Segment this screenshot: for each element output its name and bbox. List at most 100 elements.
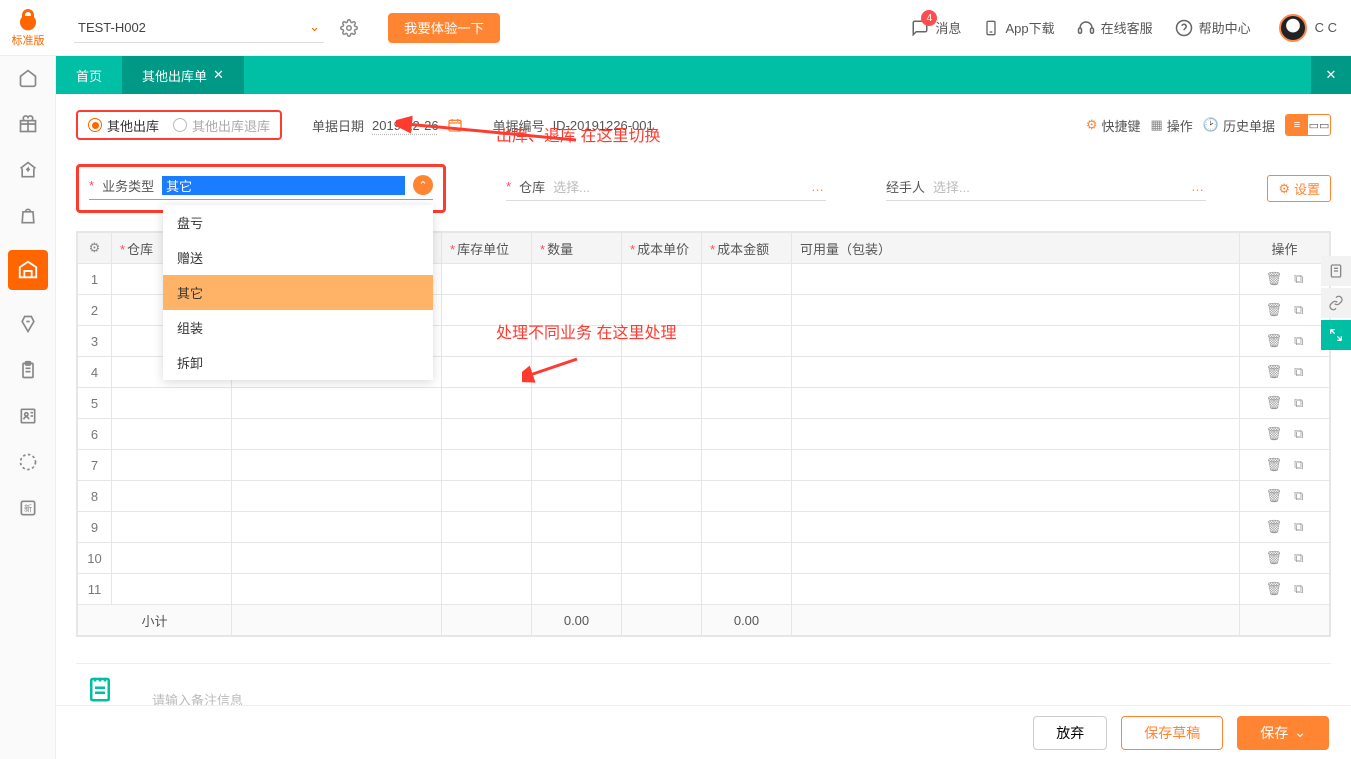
card-view-icon[interactable]: ▭▭ [1308,115,1330,135]
link-icon[interactable] [1321,288,1351,318]
business-type-value[interactable]: 其它 [162,176,405,195]
dropdown-option-selected[interactable]: 其它 [163,275,433,310]
copy-icon[interactable]: ⧉ [1294,333,1303,348]
table-row[interactable]: 9 🗑 ⧉ [78,512,1330,543]
row-ops: 🗑⧉ [1240,419,1330,450]
delete-icon[interactable]: 🗑 [1266,488,1283,503]
row-index: 9 [78,512,112,543]
discard-button[interactable]: 放弃 [1033,716,1107,750]
delete-icon[interactable]: 🗑 [1266,271,1283,286]
nav-home-icon[interactable] [16,66,40,90]
nav-process-icon[interactable] [16,450,40,474]
nav-new-icon[interactable]: 新 [16,496,40,520]
more-icon[interactable]: … [811,179,826,194]
business-type-highlight-box: * 业务类型 其它 ⌃ 盘亏 赠送 其它 组装 拆卸 [76,164,446,213]
handler-field[interactable]: 经手人 选择... … [886,177,1206,201]
svg-text:新: 新 [23,503,31,513]
messages-button[interactable]: 消息 4 [911,18,961,37]
save-draft-button[interactable]: 保存草稿 [1121,716,1223,750]
nav-clipboard-icon[interactable] [16,358,40,382]
doc-date-value[interactable]: 2019-12-26 [372,118,439,133]
expand-icon[interactable] [1321,320,1351,350]
more-icon[interactable]: … [1191,179,1206,194]
dropdown-option[interactable]: 盘亏 [163,205,433,240]
nav-finance-icon[interactable] [16,312,40,336]
edition-label: 标准版 [12,32,45,48]
copy-icon[interactable]: ⧉ [1294,581,1303,596]
outbound-type-radio-group: 其他出库 其他出库退库 [76,110,282,140]
nav-contacts-icon[interactable] [16,404,40,428]
copy-icon[interactable]: ⧉ [1294,519,1303,534]
col-qty: 数量 [532,233,622,264]
close-icon[interactable]: ✕ [213,67,224,83]
ops-button[interactable]: ▦操作 [1150,116,1192,135]
online-service-button[interactable]: 在线客服 [1077,18,1153,37]
radio-other-return[interactable]: 其他出库退库 [173,116,270,135]
col-cost-price: 成本单价 [622,233,702,264]
table-row[interactable]: 7 🗑 ⧉ [78,450,1330,481]
list-view-icon[interactable]: ≡ [1286,115,1308,135]
copy-icon[interactable]: ⧉ [1294,302,1303,317]
save-button[interactable]: 保存 ⌄ [1237,716,1329,750]
calendar-icon[interactable] [447,117,463,133]
subtotal-qty: 0.00 [532,605,622,636]
username[interactable]: C C [1315,20,1337,35]
delete-icon[interactable]: 🗑 [1266,395,1283,410]
copy-icon[interactable]: ⧉ [1294,271,1303,286]
warehouse-field[interactable]: * 仓库 选择... … [506,177,826,201]
page-body: 其他出库 其他出库退库 单据日期 2019-12-26 单据 [56,94,1351,705]
copy-icon[interactable]: ⧉ [1294,395,1303,410]
remark-input[interactable]: 请输入备注信息 [152,690,1331,705]
table-row[interactable]: 8🗑⧉ [78,481,1330,512]
copy-icon[interactable]: ⧉ [1294,550,1303,565]
nav-warehouse-icon[interactable] [8,250,48,290]
grid-settings-icon[interactable]: ⚙ [78,233,112,264]
delete-icon[interactable]: 🗑 [1266,364,1283,379]
radio-other-outbound[interactable]: 其他出库 [88,116,159,135]
view-toggle[interactable]: ≡ ▭▭ [1285,114,1331,136]
delete-icon[interactable]: 🗑 [1266,426,1283,441]
table-row[interactable]: 10🗑⧉ [78,543,1330,574]
gear-icon[interactable] [340,19,358,37]
table-row[interactable]: 5🗑⧉ [78,388,1330,419]
copy-icon[interactable]: ⧉ [1294,426,1303,441]
copy-icon[interactable]: ⧉ [1294,457,1303,472]
tab-bar: 首页 其他出库单 ✕ ✕ [56,56,1351,94]
nav-inbound-icon[interactable] [16,158,40,182]
table-row[interactable]: 6🗑⧉ [78,419,1330,450]
app-logo: 标准版 [0,7,56,48]
tab-other-outbound[interactable]: 其他出库单 ✕ [122,56,244,94]
note-icon[interactable] [1321,256,1351,286]
doc-date-field: 单据日期 2019-12-26 [312,116,463,135]
dropdown-option[interactable]: 拆卸 [163,345,433,380]
tab-home[interactable]: 首页 [56,56,122,94]
nav-gift-icon[interactable] [16,112,40,136]
avatar[interactable] [1279,14,1307,42]
table-row[interactable]: 11🗑⧉ [78,574,1330,605]
delete-icon[interactable]: 🗑 [1266,581,1283,596]
experience-button[interactable]: 我要体验一下 [388,13,500,43]
delete-icon[interactable]: 🗑 [1266,457,1283,472]
dropdown-option[interactable]: 赠送 [163,240,433,275]
row-ops: 🗑⧉ [1240,388,1330,419]
row-index: 7 [78,450,112,481]
copy-icon[interactable]: ⧉ [1294,364,1303,379]
online-service-label: 在线客服 [1101,18,1153,37]
delete-icon[interactable]: 🗑 [1266,333,1283,348]
business-type-label: 业务类型 [102,176,154,195]
delete-icon[interactable]: 🗑 [1266,302,1283,317]
app-download-button[interactable]: App下载 [983,18,1054,37]
nav-bag-icon[interactable] [16,204,40,228]
delete-icon[interactable]: 🗑 [1266,550,1283,565]
dropdown-option[interactable]: 组装 [163,310,433,345]
close-all-tabs[interactable]: ✕ [1311,56,1351,94]
settings-button[interactable]: ⚙ 设置 [1267,175,1331,202]
row-index: 4 [78,357,112,388]
tenant-select[interactable]: TEST-H002 ⌄ [74,13,324,43]
chevron-up-icon[interactable]: ⌃ [413,175,433,195]
shortcut-button[interactable]: ⚙快捷键 [1086,116,1141,135]
help-center-button[interactable]: 帮助中心 [1175,18,1251,37]
delete-icon[interactable]: 🗑 [1266,519,1283,534]
copy-icon[interactable]: ⧉ [1294,488,1303,503]
history-button[interactable]: 🕑历史单据 [1203,116,1275,135]
